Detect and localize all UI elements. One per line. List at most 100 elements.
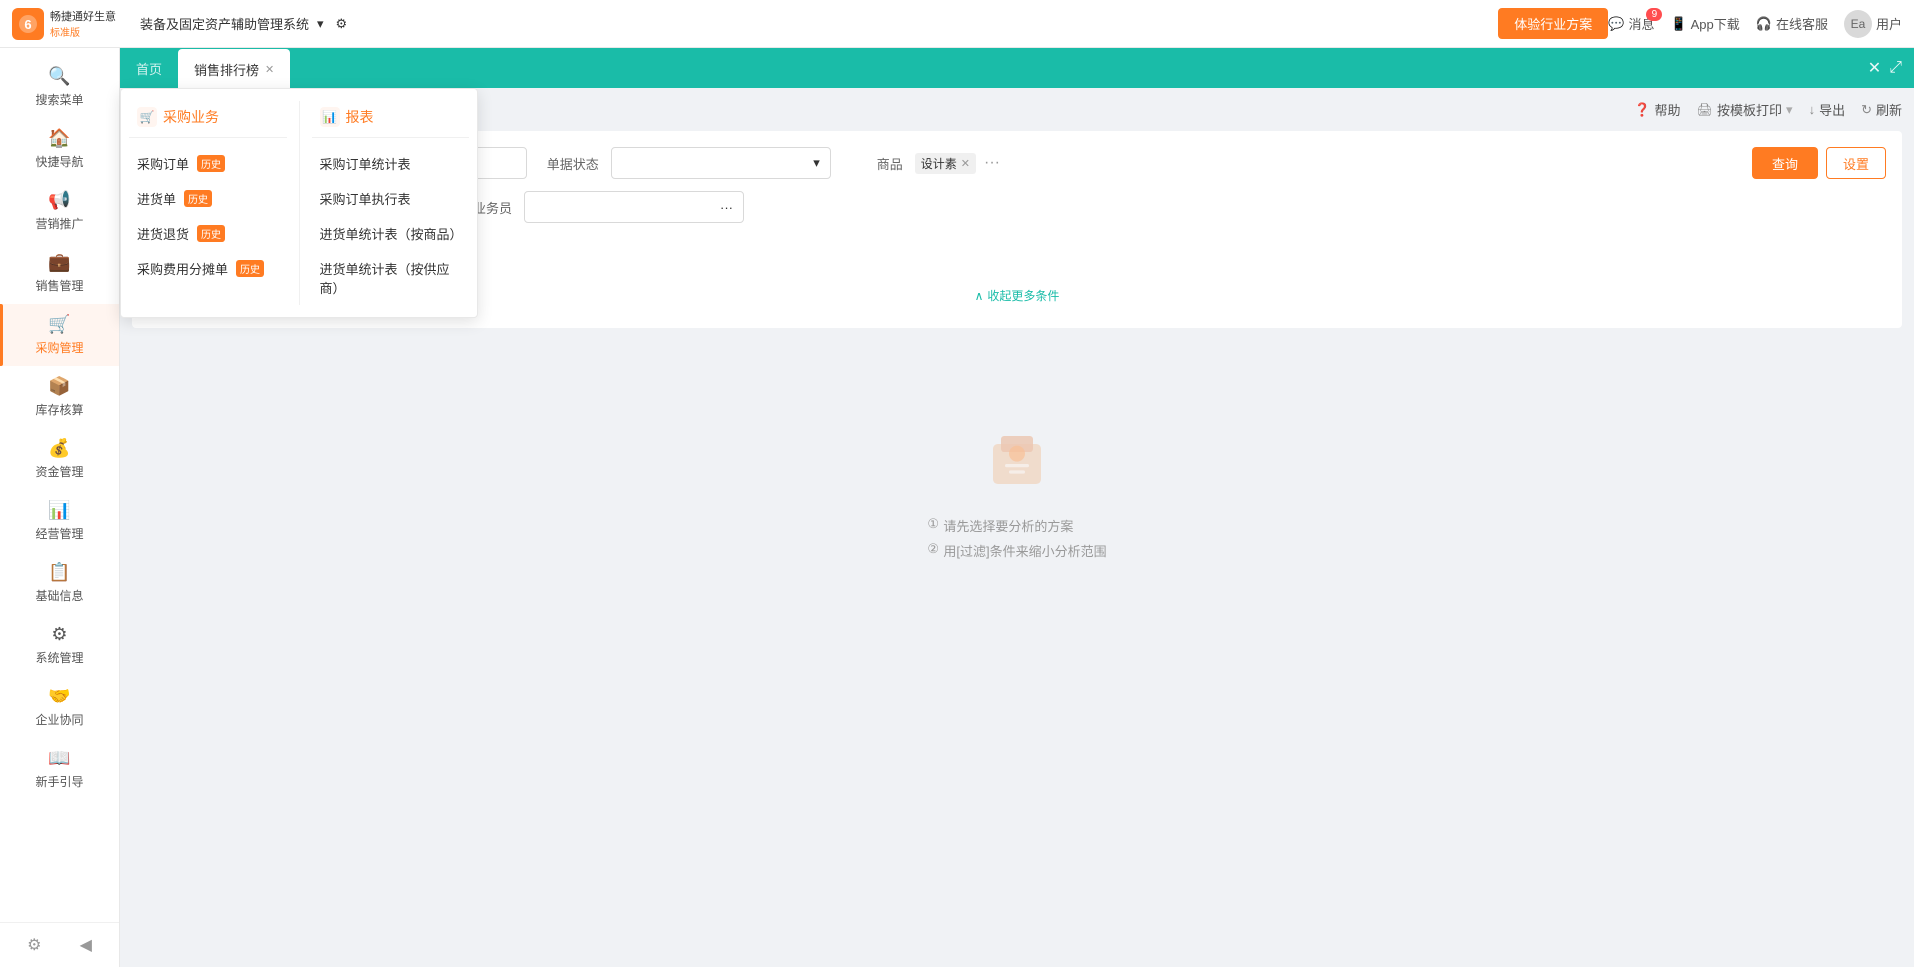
history-badge-pe: 历史: [236, 260, 264, 277]
inventory-icon: 📦: [48, 376, 70, 397]
goods-tag: 设计素 ✕: [915, 153, 976, 174]
tab-right-actions: ✕ ⤢: [1868, 58, 1914, 78]
notification-btn[interactable]: 💬 消息 9: [1608, 14, 1654, 33]
print-arrow[interactable]: ▾: [1786, 102, 1793, 118]
sidebar-item-sales[interactable]: 💼 销售管理: [0, 242, 119, 304]
collapse-icon: ∧: [975, 289, 984, 303]
doc-status-select[interactable]: ▾: [611, 147, 831, 179]
action-btns: 查询 设置: [1752, 147, 1886, 179]
sidebar-settings-btn[interactable]: ⚙: [27, 935, 41, 955]
sidebar-label-purchase: 采购管理: [35, 339, 83, 356]
industry-btn[interactable]: 体验行业方案: [1498, 8, 1608, 39]
menu-divider: [299, 101, 300, 305]
tab-sales-ranking[interactable]: 销售排行榜 ✕: [178, 49, 290, 89]
menu-col-report: 📊 报表 采购订单统计表 采购订单执行表 进货单统计表（按商品） 进货单统计表（…: [304, 101, 478, 305]
title-dropdown-arrow[interactable]: ▾: [317, 16, 324, 32]
home-icon: 🏠: [48, 128, 70, 149]
user-menu-btn[interactable]: Ea 用户: [1844, 10, 1902, 38]
sidebar-item-basic[interactable]: 📋 基础信息: [0, 552, 119, 614]
tab-close-btn[interactable]: ✕: [265, 63, 274, 76]
menu-col-purchase: 🛒 采购业务 采购订单 历史 进货单 历史 进货退货 历史 采购费用分摊单 历史: [121, 101, 295, 305]
print-icon: 🖨: [1697, 102, 1714, 118]
empty-tip-2: 用[过滤]条件来缩小分析范围: [927, 541, 1106, 560]
sidebar-collapse-btn[interactable]: ◀: [80, 935, 92, 955]
header-right: 💬 消息 9 📱 App下载 🎧 在线客服 Ea 用户: [1608, 10, 1902, 38]
sidebar-item-operations[interactable]: 📊 经营管理: [0, 490, 119, 552]
enterprise-icon: 🤝: [48, 686, 70, 707]
sidebar-label-operations: 经营管理: [35, 525, 83, 542]
sidebar-label-search: 搜索菜单: [35, 91, 83, 108]
logo-text: 畅捷通好生意 标准版: [50, 8, 116, 39]
goods-label: 商品: [843, 154, 903, 173]
marketing-icon: 📢: [48, 190, 70, 211]
app-download-btn[interactable]: 📱 App下载: [1670, 14, 1739, 33]
sidebar-item-enterprise[interactable]: 🤝 企业协同: [0, 676, 119, 738]
sidebar-item-system[interactable]: ⚙ 系统管理: [0, 614, 119, 676]
help-icon: ❓: [1634, 102, 1650, 118]
online-service-btn[interactable]: 🎧 在线客服: [1756, 14, 1828, 33]
sidebar-label-guide: 新手引导: [35, 773, 83, 790]
sidebar-item-quick-nav[interactable]: 🏠 快捷导航: [0, 118, 119, 180]
purchase-icon: 🛒: [48, 314, 70, 335]
print-btn[interactable]: 🖨 按模板打印 ▾: [1697, 100, 1793, 119]
sidebar-item-marketing[interactable]: 📢 营销推广: [0, 180, 119, 242]
logo-area: 6 畅捷通好生意 标准版: [12, 8, 132, 40]
sidebar-label-enterprise: 企业协同: [35, 711, 83, 728]
empty-tips: 请先选择要分析的方案 用[过滤]条件来缩小分析范围: [927, 516, 1106, 566]
tab-home[interactable]: 首页: [120, 48, 178, 88]
top-header: 6 畅捷通好生意 标准版 装备及固定资产辅助管理系统 ▾ ⚙ 体验行业方案 💬 …: [0, 0, 1914, 48]
menu-item-goods-receipt[interactable]: 进货单 历史: [129, 181, 287, 216]
sidebar-label-system: 系统管理: [35, 649, 83, 666]
salesperson-select[interactable]: ···: [524, 191, 744, 223]
empty-illustration: [977, 420, 1057, 500]
sidebar-label-quick-nav: 快捷导航: [35, 153, 83, 170]
tab-home-label: 首页: [136, 59, 162, 78]
menu-item-purchase-order[interactable]: 采购订单 历史: [129, 146, 287, 181]
menu-item-gr-stats-goods[interactable]: 进货单统计表（按商品）: [312, 216, 470, 251]
tab-sales-ranking-label: 销售排行榜: [194, 60, 259, 79]
sidebar-label-sales: 销售管理: [35, 277, 83, 294]
export-icon: ↓: [1809, 102, 1816, 117]
export-btn[interactable]: ↓ 导出: [1809, 100, 1846, 119]
settings-btn[interactable]: 设置: [1826, 147, 1886, 179]
doc-status-label: 单据状态: [539, 154, 599, 173]
query-btn[interactable]: 查询: [1752, 147, 1818, 179]
history-badge-gret: 历史: [197, 225, 225, 242]
goods-tag-close[interactable]: ✕: [961, 157, 970, 170]
menu-item-po-stats[interactable]: 采购订单统计表: [312, 146, 470, 181]
purchase-dropdown-menu: 🛒 采购业务 采购订单 历史 进货单 历史 进货退货 历史 采购费用分摊单 历史…: [120, 88, 478, 318]
refresh-icon: ↻: [1861, 102, 1872, 118]
svg-text:6: 6: [24, 17, 31, 32]
sidebar-label-marketing: 营销推广: [35, 215, 83, 232]
sidebar-item-search[interactable]: 🔍 搜索菜单: [0, 56, 119, 118]
menu-item-gr-stats-supplier[interactable]: 进货单统计表（按供应商）: [312, 251, 470, 305]
search-icon: 🔍: [48, 66, 70, 87]
menu-item-po-exec[interactable]: 采购订单执行表: [312, 181, 470, 216]
refresh-btn[interactable]: ↻ 刷新: [1861, 100, 1902, 119]
sidebar-item-guide[interactable]: 📖 新手引导: [0, 738, 119, 800]
sidebar-item-inventory[interactable]: 📦 库存核算: [0, 366, 119, 428]
goods-more-btn[interactable]: ···: [984, 154, 1000, 172]
history-badge-po: 历史: [197, 155, 225, 172]
system-settings-icon[interactable]: ⚙: [336, 16, 348, 32]
sidebar-item-purchase[interactable]: 🛒 采购管理: [0, 304, 119, 366]
tab-close-icon[interactable]: ✕: [1868, 58, 1881, 78]
system-icon: ⚙: [51, 624, 67, 645]
operations-icon: 📊: [48, 500, 70, 521]
menu-item-goods-return[interactable]: 进货退货 历史: [129, 216, 287, 251]
system-title: 装备及固定资产辅助管理系统 ▾ ⚙: [140, 14, 1486, 33]
menu-item-purchase-expense[interactable]: 采购费用分摊单 历史: [129, 251, 287, 286]
tab-maximize-icon[interactable]: ⤢: [1889, 59, 1902, 77]
sidebar-label-basic: 基础信息: [35, 587, 83, 604]
empty-tip-1: 请先选择要分析的方案: [927, 516, 1106, 535]
active-indicator: [0, 304, 3, 366]
sidebar-item-finance[interactable]: 💰 资金管理: [0, 428, 119, 490]
headset-icon: 🎧: [1756, 16, 1772, 32]
menu-purchase-title: 🛒 采购业务: [129, 101, 287, 138]
sidebar-label-inventory: 库存核算: [35, 401, 83, 418]
avatar: Ea: [1844, 10, 1872, 38]
sidebar-bottom: ⚙ ◀: [0, 922, 119, 967]
finance-icon: 💰: [48, 438, 70, 459]
history-badge-gr: 历史: [184, 190, 212, 207]
help-btn[interactable]: ❓ 帮助: [1634, 100, 1680, 119]
